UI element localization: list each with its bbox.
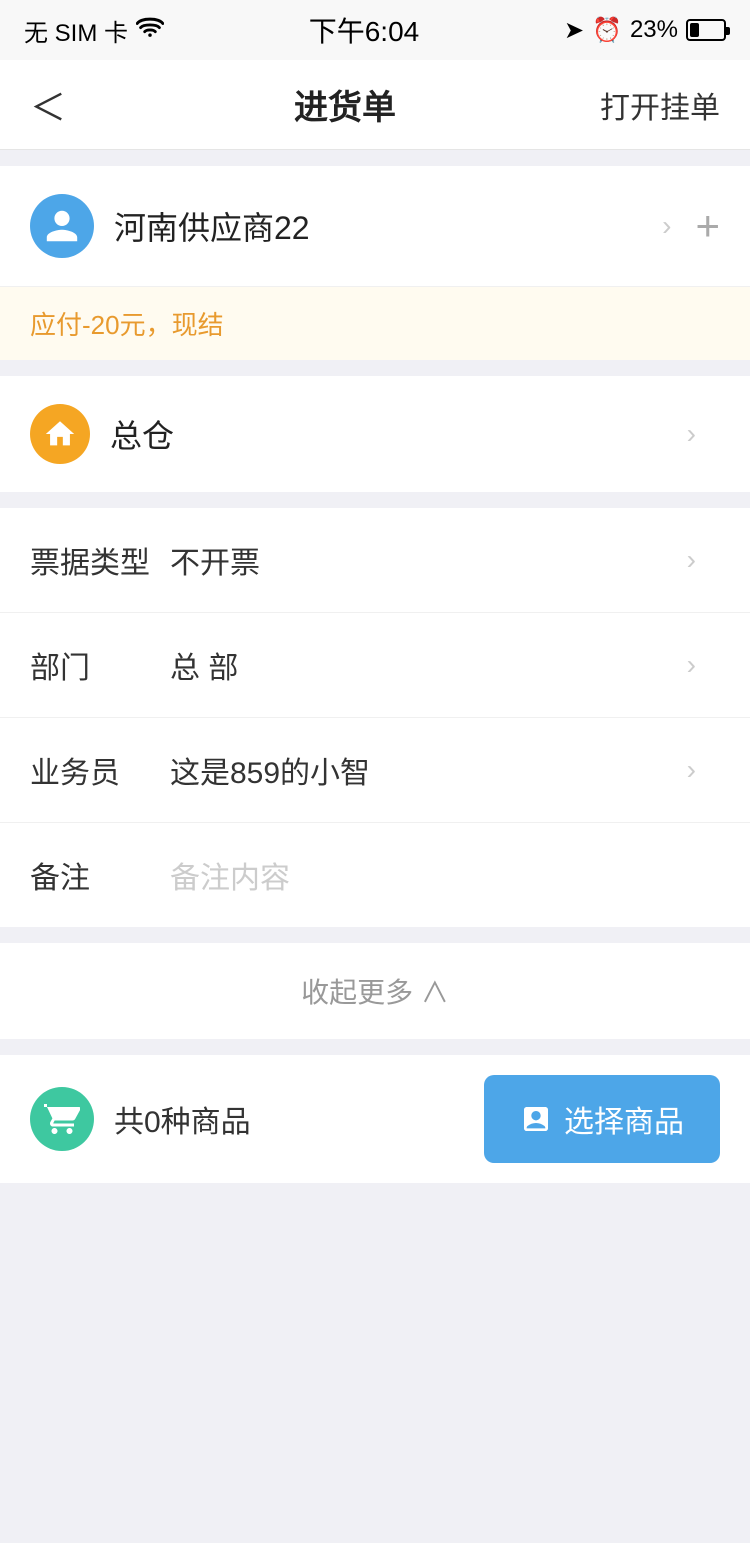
house-icon xyxy=(43,417,77,451)
warehouse-row[interactable]: 总仓 › xyxy=(0,376,750,492)
notice-bar: 应付-20元，现结 xyxy=(0,287,750,360)
open-pending-button[interactable]: 打开挂单 xyxy=(600,83,720,127)
collapse-button[interactable]: 收起更多 ∧ xyxy=(0,943,750,1039)
invoice-label: 票据类型 xyxy=(30,538,170,582)
select-product-label: 选择商品 xyxy=(564,1097,684,1141)
product-icon xyxy=(30,1087,94,1151)
wifi-icon xyxy=(136,16,164,44)
invoice-value: 不开票 xyxy=(170,538,687,582)
dept-row[interactable]: 部门 总 部 › xyxy=(0,613,750,718)
back-button[interactable]: ＜ xyxy=(30,79,90,131)
warehouse-name: 总仓 xyxy=(110,411,687,457)
status-bar: 无 SIM 卡 下午6:04 ➤ ⏰ 23% xyxy=(0,0,750,60)
warehouse-card: 总仓 › xyxy=(0,376,750,492)
dept-value: 总 部 xyxy=(170,643,687,687)
shopping-icon xyxy=(44,1101,80,1137)
location-icon: ➤ xyxy=(564,16,584,45)
remark-input[interactable]: 备注内容 xyxy=(170,853,720,897)
supplier-card: 河南供应商22 › + 应付-20元，现结 xyxy=(0,166,750,360)
remark-row[interactable]: 备注 备注内容 xyxy=(0,823,750,927)
add-button[interactable]: + xyxy=(695,202,720,250)
battery-icon xyxy=(686,19,726,41)
invoice-row[interactable]: 票据类型 不开票 › xyxy=(0,508,750,613)
page-title: 进货单 xyxy=(294,80,396,129)
select-product-button[interactable]: 选择商品 xyxy=(484,1075,720,1163)
supplier-avatar xyxy=(30,194,94,258)
warehouse-chevron-icon: › xyxy=(687,418,696,450)
sales-label: 业务员 xyxy=(30,748,170,792)
invoice-chevron-icon: › xyxy=(687,544,696,576)
dept-label: 部门 xyxy=(30,643,170,687)
dept-chevron-icon: › xyxy=(687,649,696,681)
time-label: 下午6:04 xyxy=(309,10,420,50)
product-count: 共0种商品 xyxy=(114,1097,484,1141)
status-right: ➤ ⏰ 23% xyxy=(564,16,726,45)
sales-chevron-icon: › xyxy=(687,754,696,786)
gray-area xyxy=(0,1183,750,1543)
carrier-label: 无 SIM 卡 xyxy=(24,13,128,48)
bottom-bar: 共0种商品 选择商品 xyxy=(0,1055,750,1183)
collapse-label: 收起更多 ∧ xyxy=(301,977,449,1008)
person-icon xyxy=(43,207,81,245)
status-left: 无 SIM 卡 xyxy=(24,13,164,48)
select-product-icon xyxy=(520,1103,552,1135)
notice-text: 应付-20元，现结 xyxy=(30,310,224,340)
alarm-icon: ⏰ xyxy=(592,16,622,45)
content-area: 河南供应商22 › + 应付-20元，现结 总仓 › 票据类型 不开票 › 部门 xyxy=(0,166,750,1543)
supplier-row[interactable]: 河南供应商22 › + xyxy=(0,166,750,287)
supplier-name: 河南供应商22 xyxy=(114,203,662,249)
form-card: 票据类型 不开票 › 部门 总 部 › 业务员 这是859的小智 › 备注 备注… xyxy=(0,508,750,927)
sales-row[interactable]: 业务员 这是859的小智 › xyxy=(0,718,750,823)
sales-value: 这是859的小智 xyxy=(170,748,687,792)
nav-bar: ＜ 进货单 打开挂单 xyxy=(0,60,750,150)
warehouse-icon xyxy=(30,404,90,464)
remark-label: 备注 xyxy=(30,853,170,897)
battery-label: 23% xyxy=(630,16,678,44)
supplier-chevron-icon: › xyxy=(662,210,671,242)
